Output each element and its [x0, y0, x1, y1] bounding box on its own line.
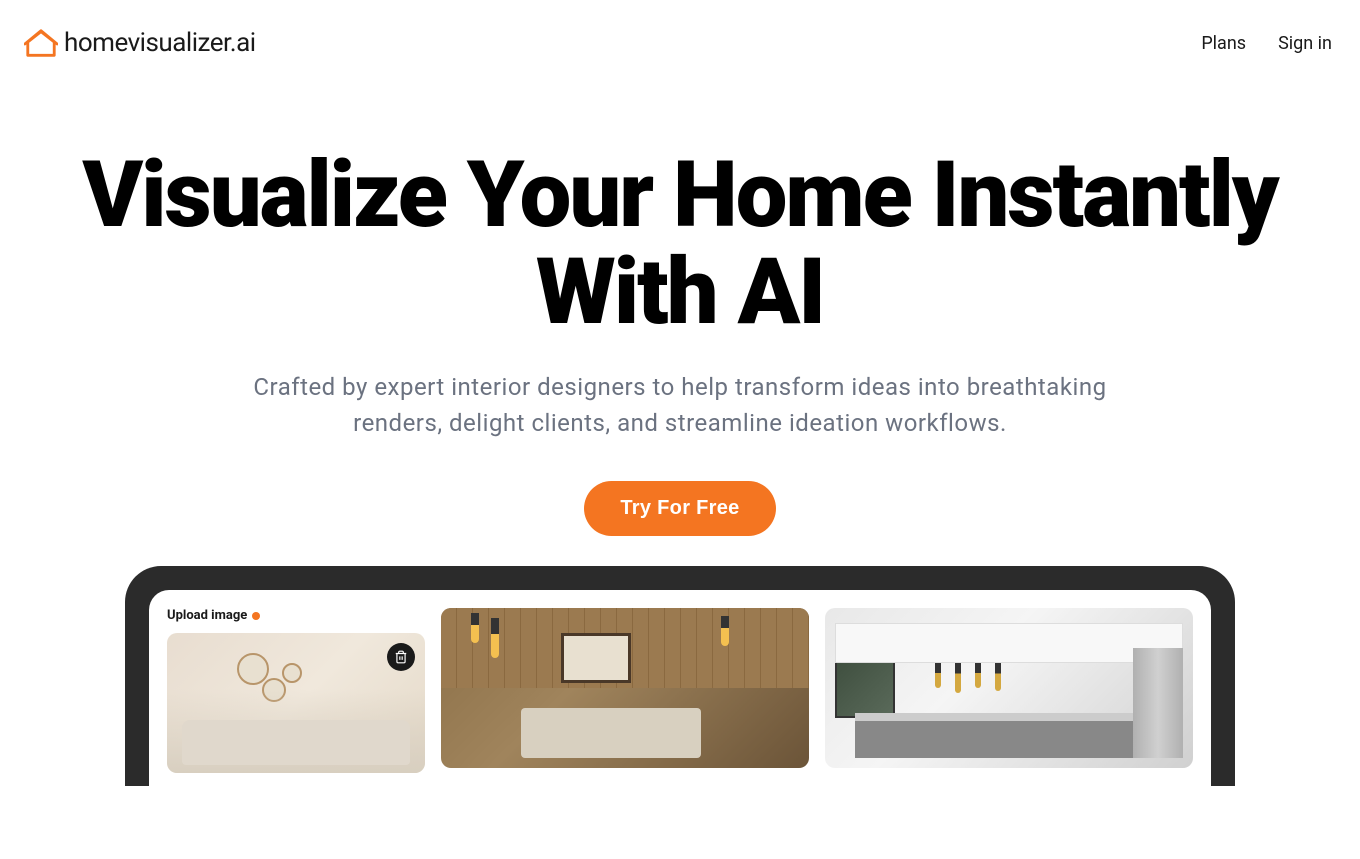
decor-couch: [182, 720, 410, 765]
result-image[interactable]: [441, 608, 809, 768]
decor-light: [995, 663, 1001, 691]
hero-title: Visualize Your Home Instantly With AI: [40, 148, 1320, 341]
upload-panel: Upload image: [167, 608, 425, 786]
decor-bed: [521, 708, 701, 758]
house-icon: [24, 28, 58, 58]
results-grid: [441, 608, 1193, 786]
decor-light: [935, 663, 941, 688]
decor-light: [491, 618, 499, 658]
trash-icon: [394, 650, 408, 664]
upload-label-text: Upload image: [167, 608, 247, 623]
decor-light: [471, 613, 479, 643]
decor-island: [855, 713, 1163, 758]
decor-light: [975, 663, 981, 688]
try-free-button[interactable]: Try For Free: [584, 481, 775, 536]
device-mockup: Upload image: [125, 566, 1235, 786]
decor-mirror: [282, 663, 302, 683]
delete-upload-button[interactable]: [387, 643, 415, 671]
brand-logo[interactable]: homevisualizer.ai: [24, 28, 256, 58]
decor-light: [955, 663, 961, 693]
logo-text: homevisualizer.ai: [64, 28, 256, 58]
site-header: homevisualizer.ai Plans Sign in: [0, 0, 1360, 58]
decor-mirror: [237, 653, 269, 685]
hero-section: Visualize Your Home Instantly With AI Cr…: [0, 58, 1360, 786]
nav-signin[interactable]: Sign in: [1278, 33, 1332, 54]
main-nav: Plans Sign in: [1201, 33, 1332, 54]
decor-artwork: [561, 633, 631, 683]
nav-plans[interactable]: Plans: [1201, 33, 1246, 54]
result-image[interactable]: [825, 608, 1193, 768]
hero-subtitle: Crafted by expert interior designers to …: [210, 369, 1150, 441]
decor-light: [721, 616, 729, 646]
uploaded-image-preview[interactable]: [167, 633, 425, 773]
decor-fridge: [1133, 648, 1183, 758]
required-dot-icon: [252, 612, 260, 620]
app-preview-screen: Upload image: [149, 590, 1211, 786]
upload-label-row: Upload image: [167, 608, 425, 623]
decor-cabinets: [835, 623, 1183, 663]
